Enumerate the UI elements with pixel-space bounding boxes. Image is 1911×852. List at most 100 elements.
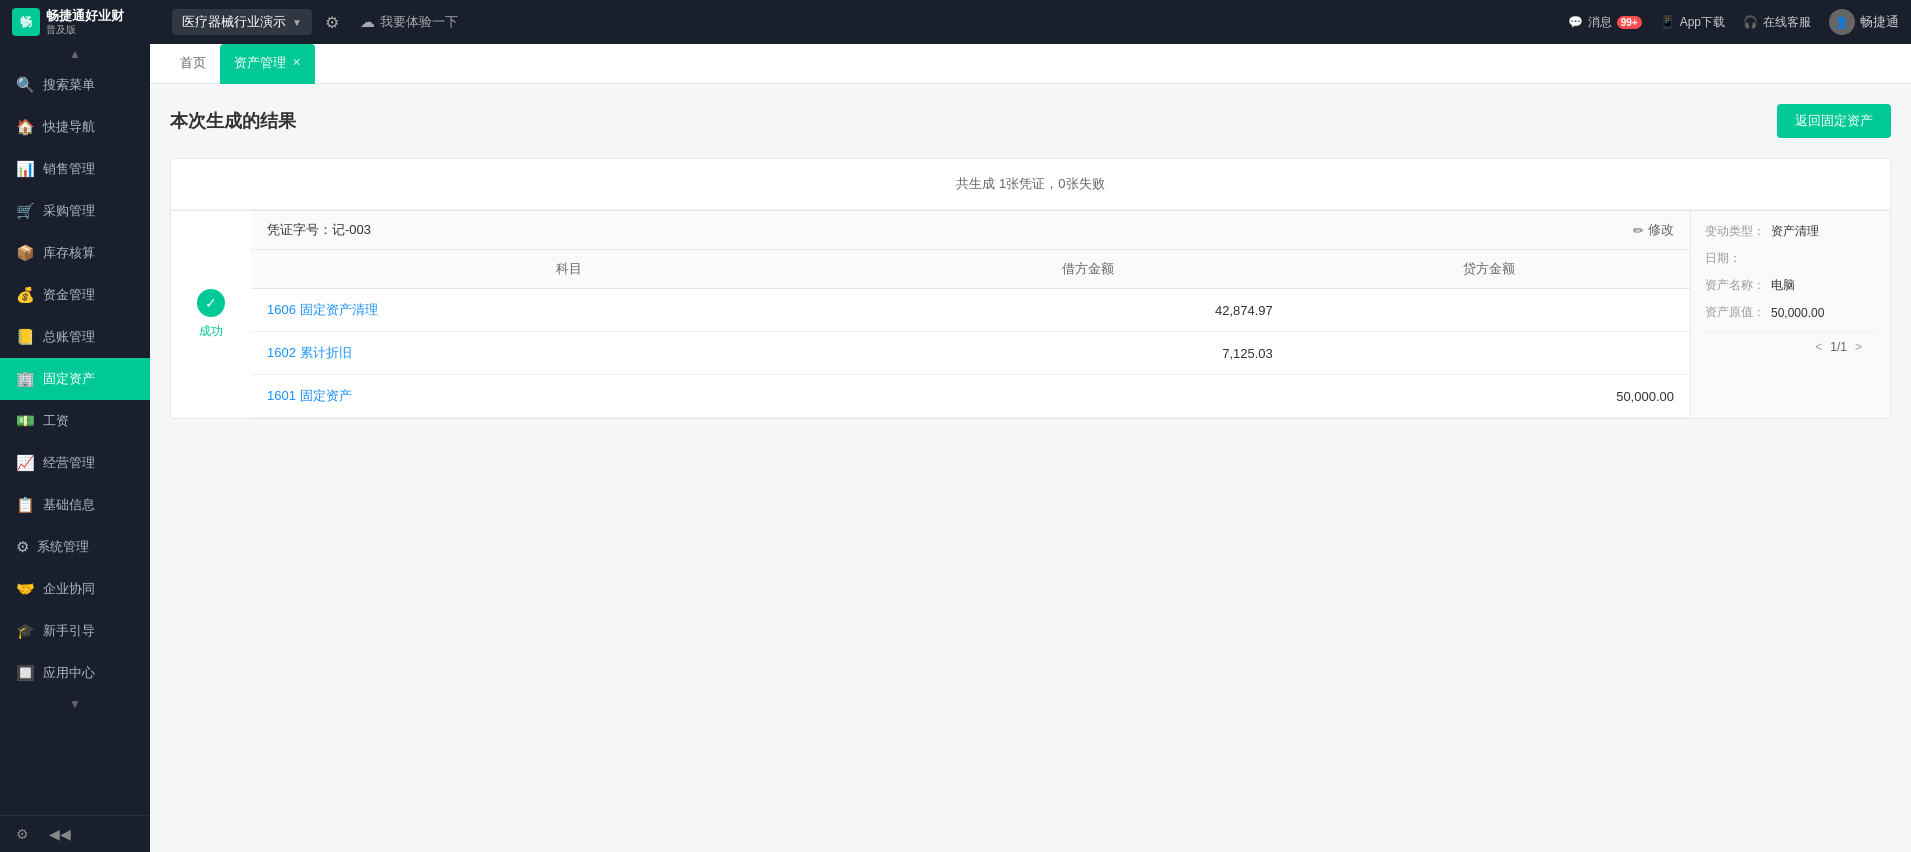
system-icon: ⚙ [16, 538, 29, 556]
sidebar-item-label: 企业协同 [43, 580, 95, 598]
basics-icon: 📋 [16, 496, 35, 514]
date-label: 日期： [1705, 250, 1741, 267]
debit-cell [888, 375, 1289, 418]
sidebar: ▲ 🔍 搜索菜单 🏠 快捷导航 📊 销售管理 🛒 采购管理 📦 库存核算 💰 资… [0, 44, 150, 852]
next-page-icon[interactable]: > [1855, 340, 1862, 354]
sidebar-item-label: 新手引导 [43, 622, 95, 640]
debit-cell: 7,125.03 [888, 332, 1289, 375]
pagination: < 1/1 > [1705, 331, 1876, 362]
asset-name-label: 资产名称： [1705, 277, 1765, 294]
credit-cell: 50,000.00 [1289, 375, 1690, 418]
sidebar-collapse-icon[interactable]: ◀◀ [49, 826, 71, 842]
table-row: 1602 累计折旧 7,125.03 [251, 332, 1690, 375]
page-info: 1/1 [1830, 340, 1847, 354]
voucher-header: 凭证字号：记-003 ✏ 修改 [251, 211, 1690, 250]
sidebar-item-label: 库存核算 [43, 244, 95, 262]
sidebar-item-basics[interactable]: 📋 基础信息 [0, 484, 150, 526]
sidebar-item-business[interactable]: 📈 经营管理 [0, 442, 150, 484]
sidebar-scroll-down[interactable]: ▼ [0, 694, 150, 714]
success-indicator: ✓ 成功 [171, 211, 251, 418]
change-type-label: 变动类型： [1705, 223, 1765, 240]
sidebar-item-fixed-assets[interactable]: 🏢 固定资产 [0, 358, 150, 400]
col-debit: 借方金额 [888, 250, 1289, 289]
sidebar-item-system[interactable]: ⚙ 系统管理 [0, 526, 150, 568]
sidebar-item-coop[interactable]: 🤝 企业协同 [0, 568, 150, 610]
success-label: 成功 [199, 323, 223, 340]
account-link[interactable]: 1602 累计折旧 [267, 345, 352, 360]
sidebar-item-sales[interactable]: 📊 销售管理 [0, 148, 150, 190]
sidebar-settings-icon[interactable]: ⚙ [16, 826, 29, 842]
asset-name-value: 电脑 [1771, 277, 1795, 294]
sidebar-item-ledger[interactable]: 📒 总账管理 [0, 316, 150, 358]
ledger-icon: 📒 [16, 328, 35, 346]
sidebar-item-guide[interactable]: 🎓 新手引导 [0, 610, 150, 652]
tab-asset-mgmt-label: 资产管理 [234, 54, 286, 72]
sales-icon: 📊 [16, 160, 35, 178]
asset-value-label: 资产原值： [1705, 304, 1765, 321]
inventory-icon: 📦 [16, 244, 35, 262]
message-icon: 💬 [1568, 15, 1583, 29]
sidebar-item-label: 搜索菜单 [43, 76, 95, 94]
apps-icon: 🔲 [16, 664, 35, 682]
main-layout: ▲ 🔍 搜索菜单 🏠 快捷导航 📊 销售管理 🛒 采购管理 📦 库存核算 💰 资… [0, 44, 1911, 852]
account-cell[interactable]: 1601 固定资产 [251, 375, 888, 418]
building-icon: 🏢 [16, 370, 35, 388]
account-cell[interactable]: 1602 累计折旧 [251, 332, 888, 375]
messages-button[interactable]: 💬 消息 99+ [1568, 14, 1642, 31]
business-icon: 📈 [16, 454, 35, 472]
summary-text: 共生成 1张凭证，0张失败 [956, 176, 1104, 191]
notification-badge: 99+ [1617, 16, 1642, 29]
sidebar-item-inventory[interactable]: 📦 库存核算 [0, 232, 150, 274]
tab-bar: 首页 资产管理 ✕ [150, 44, 1911, 84]
guide-icon: 🎓 [16, 622, 35, 640]
logo-name: 畅捷通好业财 [46, 8, 124, 24]
tab-asset-mgmt[interactable]: 资产管理 ✕ [220, 44, 315, 84]
sidebar-item-label: 工资 [43, 412, 69, 430]
change-type-row: 变动类型： 资产清理 [1705, 223, 1876, 240]
funds-icon: 💰 [16, 286, 35, 304]
sidebar-item-search[interactable]: 🔍 搜索菜单 [0, 64, 150, 106]
dropdown-arrow-icon: ▼ [292, 17, 302, 28]
edit-icon: ✏ [1633, 223, 1644, 238]
sidebar-item-funds[interactable]: 💰 资金管理 [0, 274, 150, 316]
sidebar-item-label: 采购管理 [43, 202, 95, 220]
voucher-table: 科目 借方金额 贷方金额 1606 固定资产清理 42,874.97 1602 … [251, 250, 1690, 418]
sidebar-item-label: 快捷导航 [43, 118, 95, 136]
account-cell[interactable]: 1606 固定资产清理 [251, 289, 888, 332]
sidebar-item-quick-nav[interactable]: 🏠 快捷导航 [0, 106, 150, 148]
sidebar-item-apps[interactable]: 🔲 应用中心 [0, 652, 150, 694]
sidebar-item-label: 基础信息 [43, 496, 95, 514]
company-selector[interactable]: 医疗器械行业演示 ▼ [172, 9, 312, 35]
voucher-number: 凭证字号：记-003 [267, 221, 371, 239]
experience-button[interactable]: ☁ 我要体验一下 [360, 13, 458, 31]
edit-label: 修改 [1648, 221, 1674, 239]
sidebar-item-purchase[interactable]: 🛒 采购管理 [0, 190, 150, 232]
asset-value-row: 资产原值： 50,000.00 [1705, 304, 1876, 321]
avatar: 👤 [1829, 9, 1855, 35]
voucher-section: ✓ 成功 凭证字号：记-003 ✏ 修改 [171, 210, 1890, 418]
cloud-icon: ☁ [360, 13, 375, 31]
tab-home[interactable]: 首页 [166, 44, 220, 84]
settings-icon[interactable]: ⚙ [316, 6, 348, 38]
back-to-fixed-assets-button[interactable]: 返回固定资产 [1777, 104, 1891, 138]
online-service-button[interactable]: 🎧 在线客服 [1743, 14, 1811, 31]
sidebar-item-label: 经营管理 [43, 454, 95, 472]
sidebar-item-payroll[interactable]: 💵 工资 [0, 400, 150, 442]
prev-page-icon[interactable]: < [1815, 340, 1822, 354]
sidebar-scroll-up[interactable]: ▲ [0, 44, 150, 64]
tab-close-icon[interactable]: ✕ [292, 56, 301, 69]
sidebar-item-label: 应用中心 [43, 664, 95, 682]
debit-cell: 42,874.97 [888, 289, 1289, 332]
success-circle-icon: ✓ [197, 289, 225, 317]
table-row: 1606 固定资产清理 42,874.97 [251, 289, 1690, 332]
result-panel: 共生成 1张凭证，0张失败 ✓ 成功 凭证字号：记-003 [170, 158, 1891, 419]
user-area[interactable]: 👤 畅捷通 [1829, 9, 1899, 35]
app-download-button[interactable]: 📱 App下载 [1660, 14, 1725, 31]
edit-button[interactable]: ✏ 修改 [1633, 221, 1674, 239]
account-link[interactable]: 1606 固定资产清理 [267, 302, 378, 317]
sidebar-item-label: 销售管理 [43, 160, 95, 178]
asset-name-row: 资产名称： 电脑 [1705, 277, 1876, 294]
logo-icon: 畅 [12, 8, 40, 36]
table-row: 1601 固定资产 50,000.00 [251, 375, 1690, 418]
account-link[interactable]: 1601 固定资产 [267, 388, 352, 403]
